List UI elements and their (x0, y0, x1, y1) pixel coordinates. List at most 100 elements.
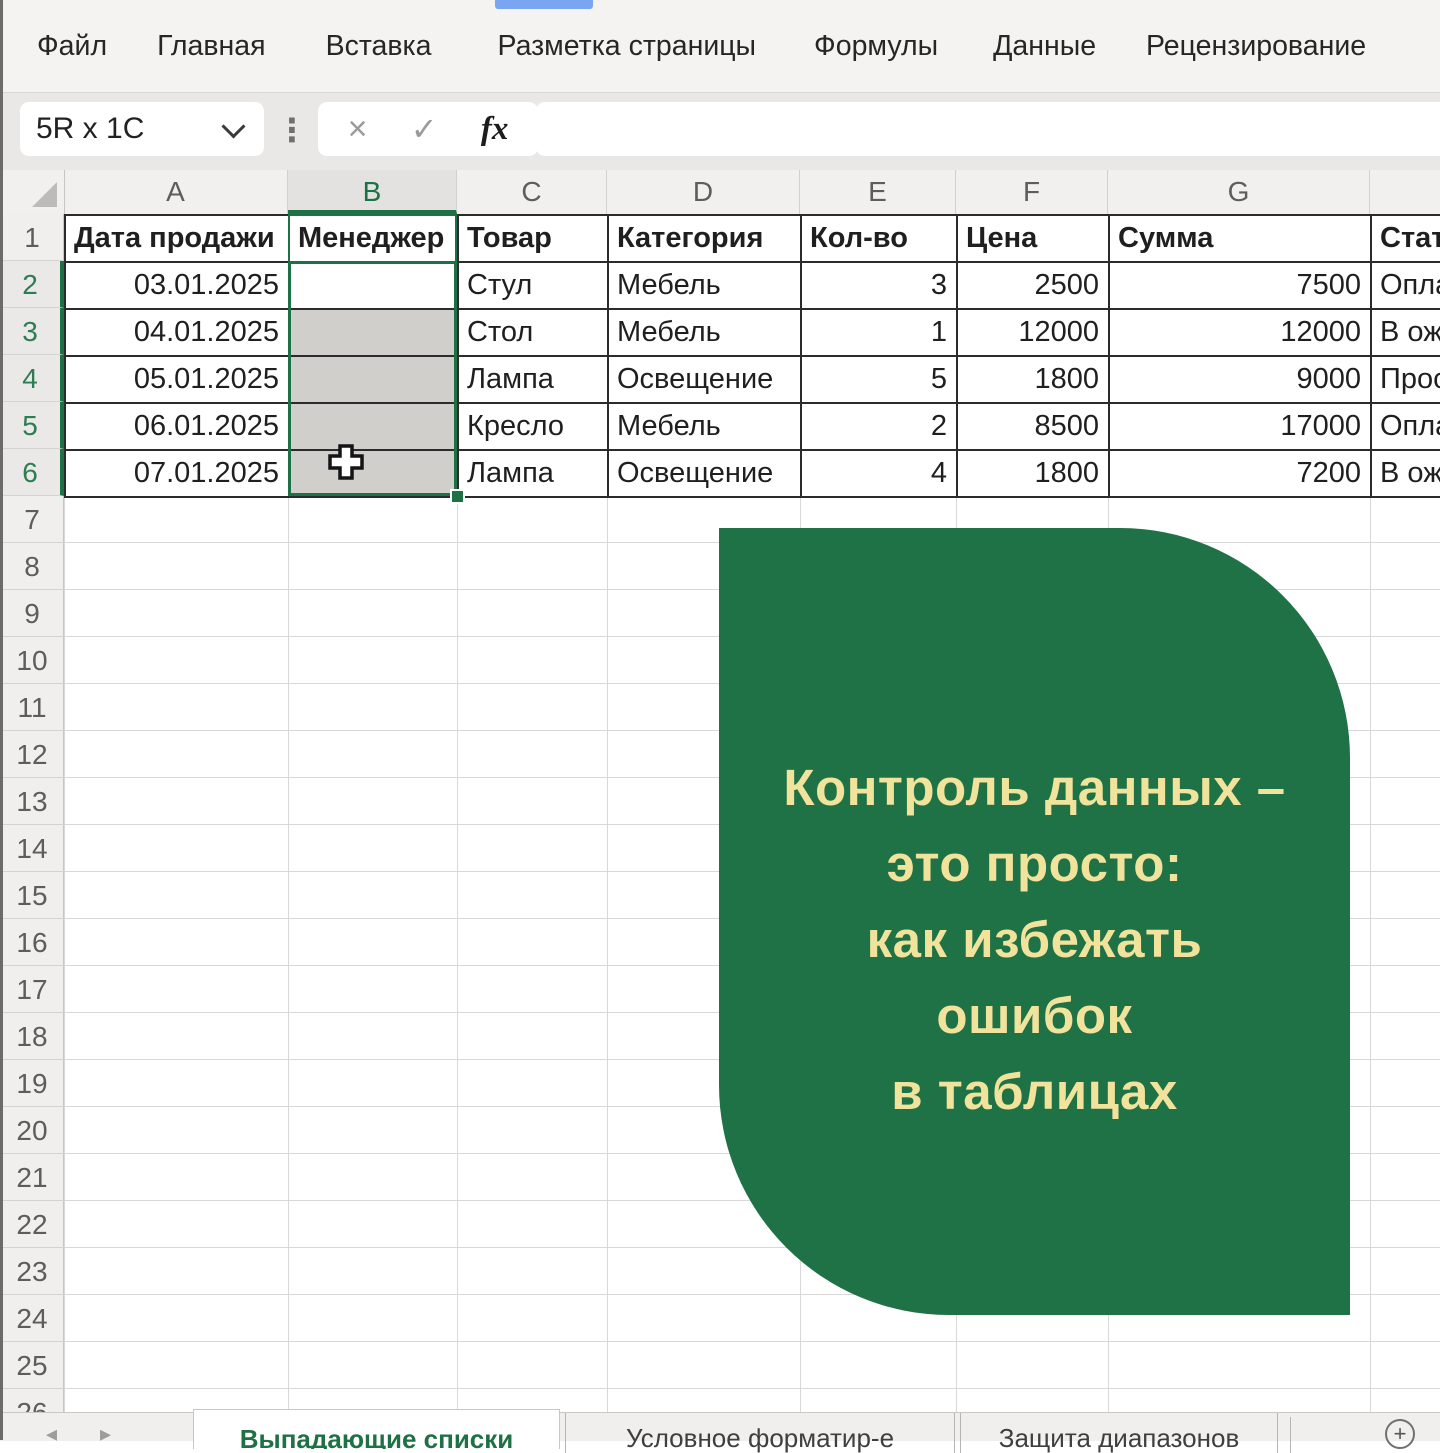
row-header-17[interactable]: 17 (0, 966, 64, 1013)
table-cell[interactable]: Оплачено (1372, 404, 1440, 451)
table-cell[interactable]: 7500 (1110, 263, 1372, 310)
name-box[interactable]: 5R x 1C (20, 102, 264, 156)
table-cell[interactable]: 03.01.2025 (66, 263, 290, 310)
table-cell[interactable]: 06.01.2025 (66, 404, 290, 451)
row-header-1[interactable]: 1 (0, 214, 64, 261)
row-header-6[interactable]: 6 (0, 449, 64, 496)
row-header-14[interactable]: 14 (0, 825, 64, 872)
row-header-20[interactable]: 20 (0, 1107, 64, 1154)
sheet-nav-left-icon[interactable]: ◂ (46, 1421, 57, 1447)
table-header-cell[interactable]: Сумма (1110, 216, 1372, 263)
table-cell[interactable]: Освещение (609, 451, 802, 498)
table-cell[interactable]: Мебель (609, 310, 802, 357)
fill-handle[interactable] (450, 489, 465, 504)
table-cell[interactable]: 8500 (958, 404, 1110, 451)
select-all-button[interactable] (0, 170, 65, 214)
column-header-F[interactable]: F (956, 170, 1108, 214)
table-cell[interactable]: 2 (802, 404, 958, 451)
row-header-8[interactable]: 8 (0, 543, 64, 590)
table-cell[interactable]: Стол (459, 310, 609, 357)
table-header-cell[interactable]: Кол-во (802, 216, 958, 263)
sheet-tab-1[interactable]: Выпадающие списки (193, 1409, 560, 1449)
menu-item-2[interactable]: Главная (157, 30, 265, 63)
column-header-H[interactable]: H (1370, 170, 1440, 214)
enter-icon[interactable]: ✓ (411, 110, 438, 148)
table-cell[interactable]: 04.01.2025 (66, 310, 290, 357)
table-cell[interactable]: В ожидании (1372, 310, 1440, 357)
sheet-tab-3[interactable]: Защита диапазонов (960, 1413, 1278, 1453)
table-cell[interactable]: 7200 (1110, 451, 1372, 498)
table-cell[interactable]: 9000 (1110, 357, 1372, 404)
formula-buttons-group: × ✓ fx (318, 102, 538, 156)
row-header-19[interactable]: 19 (0, 1060, 64, 1107)
table-cell[interactable]: В ожидании (1372, 451, 1440, 498)
cancel-icon[interactable]: × (348, 110, 368, 149)
menu-item-5[interactable]: Формулы (814, 30, 938, 63)
menu-item-6[interactable]: Данные (993, 30, 1096, 63)
chevron-down-icon[interactable] (221, 113, 246, 139)
column-header-B[interactable]: B (288, 170, 457, 214)
row-header-23[interactable]: 23 (0, 1248, 64, 1295)
row-header-13[interactable]: 13 (0, 778, 64, 825)
table-cell[interactable]: 1 (802, 310, 958, 357)
table-cell[interactable]: 12000 (958, 310, 1110, 357)
row-header-7[interactable]: 7 (0, 496, 64, 543)
row-header-21[interactable]: 21 (0, 1154, 64, 1201)
table-cell[interactable]: 2500 (958, 263, 1110, 310)
table-cell[interactable]: 1800 (958, 451, 1110, 498)
table-cell[interactable]: Оплачено (1372, 263, 1440, 310)
row-header-22[interactable]: 22 (0, 1201, 64, 1248)
sheet-nav-right-icon[interactable]: ▸ (100, 1421, 111, 1447)
row-header-16[interactable]: 16 (0, 919, 64, 966)
row-header-4[interactable]: 4 (0, 355, 64, 402)
menu-item-7[interactable]: Рецензирование (1146, 30, 1366, 63)
table-cell[interactable]: Мебель (609, 263, 802, 310)
table-header-cell[interactable]: Статус (1372, 216, 1440, 263)
table-cell[interactable]: 07.01.2025 (66, 451, 290, 498)
add-sheet-button[interactable]: + (1385, 1419, 1415, 1449)
column-header-C[interactable]: C (457, 170, 607, 214)
row-header-10[interactable]: 10 (0, 637, 64, 684)
table-cell[interactable]: 05.01.2025 (66, 357, 290, 404)
row-header-3[interactable]: 3 (0, 308, 64, 355)
more-options-icon[interactable]: ⋮ (276, 103, 308, 157)
header-cell-outline (288, 214, 457, 263)
row-header-12[interactable]: 12 (0, 731, 64, 778)
table-header-cell[interactable]: Дата продажи (66, 216, 290, 263)
row-header-24[interactable]: 24 (0, 1295, 64, 1342)
table-header-cell[interactable]: Цена (958, 216, 1110, 263)
row-header-25[interactable]: 25 (0, 1342, 64, 1389)
table-cell[interactable]: 4 (802, 451, 958, 498)
table-cell[interactable]: 3 (802, 263, 958, 310)
column-header-A[interactable]: A (64, 170, 288, 214)
sheet-tab-2[interactable]: Условное форматир-е (565, 1413, 955, 1453)
formula-input[interactable] (536, 102, 1440, 156)
insert-function-icon[interactable]: fx (481, 111, 509, 148)
table-cell[interactable]: 17000 (1110, 404, 1372, 451)
table-cell[interactable]: 5 (802, 357, 958, 404)
menu-item-1[interactable]: Файл (37, 30, 107, 63)
row-header-5[interactable]: 5 (0, 402, 64, 449)
menu-item-4[interactable]: Разметка страницы (498, 30, 757, 63)
table-cell[interactable]: 1800 (958, 357, 1110, 404)
column-header-D[interactable]: D (607, 170, 800, 214)
table-cell[interactable]: Просрочено (1372, 357, 1440, 404)
row-header-18[interactable]: 18 (0, 1013, 64, 1060)
row-header-9[interactable]: 9 (0, 590, 64, 637)
table-cell[interactable]: Кресло (459, 404, 609, 451)
column-header-G[interactable]: G (1108, 170, 1370, 214)
table-header-cell[interactable]: Категория (609, 216, 802, 263)
table-cell[interactable]: Лампа (459, 357, 609, 404)
row-header-15[interactable]: 15 (0, 872, 64, 919)
table-cell[interactable]: Лампа (459, 451, 609, 498)
menu-item-3[interactable]: Вставка (326, 30, 432, 63)
table-cell[interactable]: Мебель (609, 404, 802, 451)
row-header-11[interactable]: 11 (0, 684, 64, 731)
table-cell[interactable]: 12000 (1110, 310, 1372, 357)
table-cell[interactable]: Стул (459, 263, 609, 310)
table-cell[interactable]: Освещение (609, 357, 802, 404)
table-header-cell[interactable]: Товар (459, 216, 609, 263)
selection-border (288, 261, 457, 496)
column-header-E[interactable]: E (800, 170, 956, 214)
row-header-2[interactable]: 2 (0, 261, 64, 308)
